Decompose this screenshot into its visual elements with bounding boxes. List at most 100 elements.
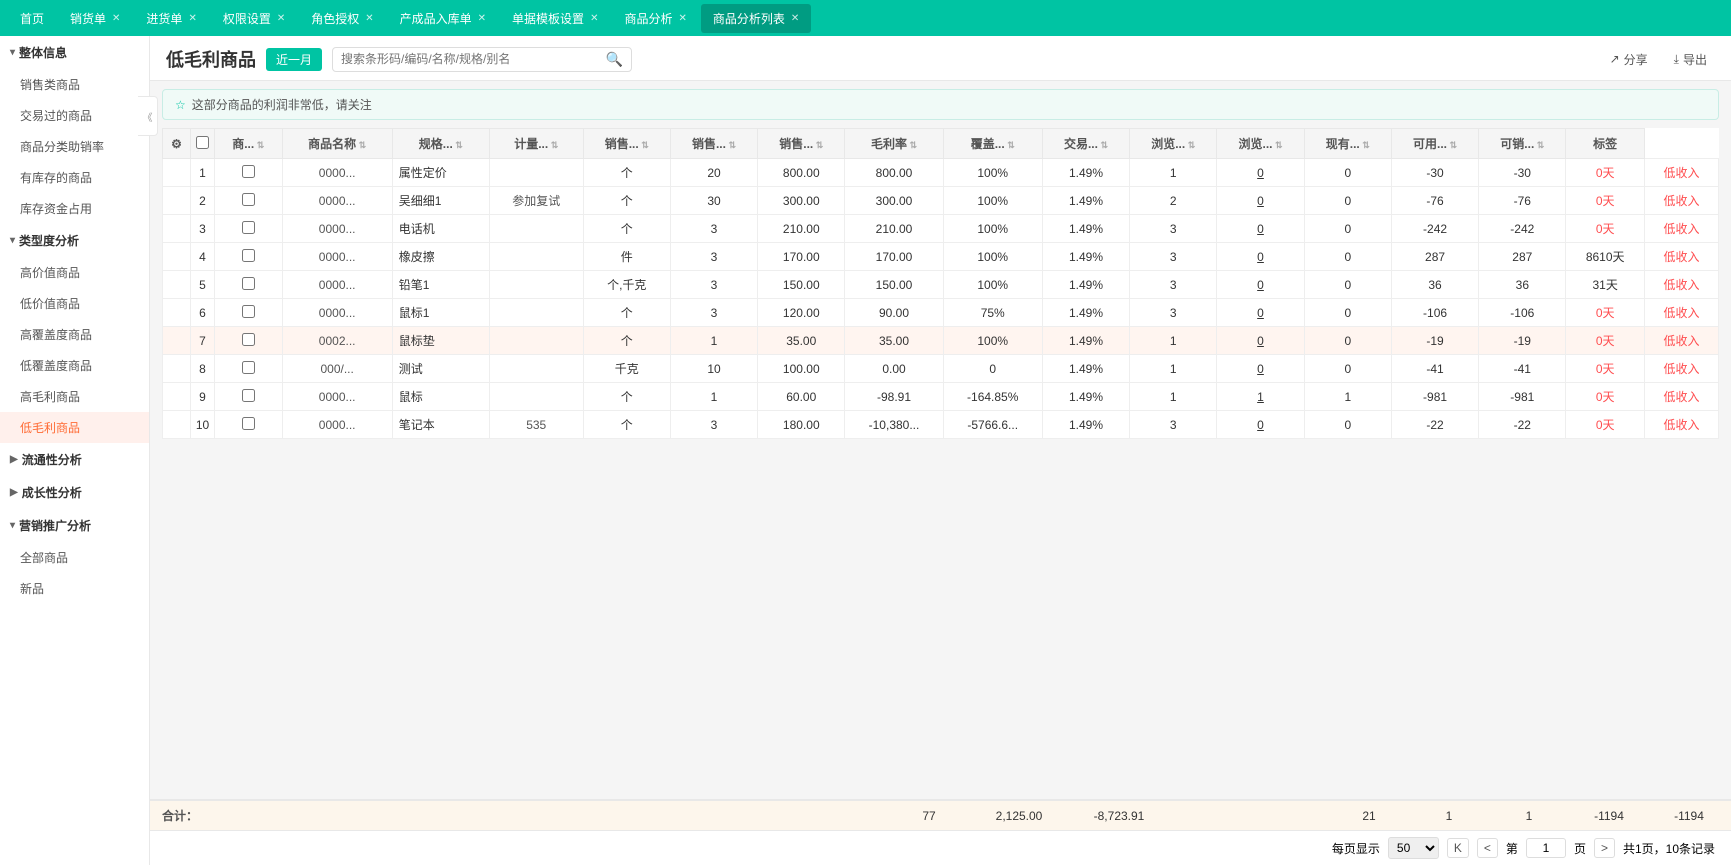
- col-sale-amount-header[interactable]: 销售...: [758, 129, 845, 159]
- nav-purchase-close[interactable]: ✕: [188, 13, 196, 24]
- nav-product-entry[interactable]: 产成品入库单 ✕: [388, 4, 498, 33]
- row-cb-2[interactable]: [242, 221, 255, 234]
- nav-permissions-close[interactable]: ✕: [277, 13, 285, 24]
- nav-purchase[interactable]: 进货单 ✕: [134, 4, 208, 33]
- sidebar-item-new-goods[interactable]: 新品: [0, 573, 149, 604]
- row-checkbox-2[interactable]: [215, 215, 283, 243]
- sidebar-group-overall[interactable]: ▾ 整体信息: [0, 36, 149, 69]
- row-name-8[interactable]: 鼠标: [392, 383, 489, 411]
- nav-home[interactable]: 首页: [8, 4, 56, 33]
- nav-product-analysis-close[interactable]: ✕: [678, 13, 686, 24]
- row-view1-5[interactable]: 0: [1217, 299, 1304, 327]
- row-name-1[interactable]: 吴细细1: [392, 187, 489, 215]
- sidebar-item-category-rate[interactable]: 商品分类助销率: [0, 131, 149, 162]
- export-button[interactable]: ⤓ 导出: [1666, 47, 1715, 72]
- col-name-header[interactable]: 商品名称: [282, 129, 392, 159]
- sidebar-item-traded-goods[interactable]: 交易过的商品: [0, 100, 149, 131]
- row-view1-8[interactable]: 1: [1217, 383, 1304, 411]
- row-view1-4[interactable]: 0: [1217, 271, 1304, 299]
- col-code-header[interactable]: 商...: [215, 129, 283, 159]
- col-checkbox-header[interactable]: [191, 129, 215, 159]
- sidebar-collapse-button[interactable]: 《: [138, 96, 158, 136]
- prev-page-button[interactable]: <: [1477, 838, 1498, 858]
- col-spec-header[interactable]: 规格...: [392, 129, 489, 159]
- col-current-header[interactable]: 现有...: [1304, 129, 1391, 159]
- col-sale-price-header[interactable]: 销售...: [670, 129, 757, 159]
- search-input[interactable]: [341, 52, 600, 66]
- select-all-checkbox[interactable]: [196, 136, 209, 149]
- sidebar-item-high-margin[interactable]: 高毛利商品: [0, 381, 149, 412]
- row-cb-9[interactable]: [242, 417, 255, 430]
- row-name-4[interactable]: 铅笔1: [392, 271, 489, 299]
- nav-roles-close[interactable]: ✕: [365, 13, 373, 24]
- nav-product-analysis-list[interactable]: 商品分析列表 ✕: [701, 4, 811, 33]
- row-cb-0[interactable]: [242, 165, 255, 178]
- nav-sales-close[interactable]: ✕: [112, 13, 120, 24]
- col-settings-header[interactable]: ⚙: [163, 129, 191, 159]
- row-name-6[interactable]: 鼠标垫: [392, 327, 489, 355]
- page-number-input[interactable]: [1526, 838, 1566, 858]
- sidebar-group-circulation[interactable]: ▶ 流通性分析: [0, 443, 149, 476]
- nav-product-analysis-list-close[interactable]: ✕: [791, 13, 799, 24]
- sidebar-item-low-margin[interactable]: 低毛利商品: [0, 412, 149, 443]
- col-view2-header[interactable]: 浏览...: [1217, 129, 1304, 159]
- row-cb-5[interactable]: [242, 305, 255, 318]
- sidebar-group-type[interactable]: ▾ 类型度分析: [0, 224, 149, 257]
- per-page-select[interactable]: 50 10 20 100: [1388, 837, 1439, 859]
- sidebar-item-high-coverage[interactable]: 高覆盖度商品: [0, 319, 149, 350]
- col-coverage-header[interactable]: 覆盖...: [943, 129, 1042, 159]
- row-name-3[interactable]: 橡皮擦: [392, 243, 489, 271]
- nav-roles[interactable]: 角色授权 ✕: [299, 4, 385, 33]
- nav-product-entry-close[interactable]: ✕: [478, 13, 486, 24]
- sidebar-item-inventory-goods[interactable]: 有库存的商品: [0, 162, 149, 193]
- search-icon[interactable]: 🔍: [606, 51, 623, 68]
- row-cb-3[interactable]: [242, 249, 255, 262]
- row-checkbox-0[interactable]: [215, 159, 283, 187]
- first-page-button[interactable]: K: [1447, 838, 1469, 858]
- row-name-7[interactable]: 测试: [392, 355, 489, 383]
- row-view1-0[interactable]: 0: [1217, 159, 1304, 187]
- row-checkbox-6[interactable]: [215, 327, 283, 355]
- nav-product-analysis[interactable]: 商品分析 ✕: [612, 4, 698, 33]
- next-page-button[interactable]: >: [1594, 838, 1615, 858]
- sidebar-item-low-coverage[interactable]: 低覆盖度商品: [0, 350, 149, 381]
- nav-sales[interactable]: 销货单 ✕: [58, 4, 132, 33]
- sidebar-group-growth[interactable]: ▶ 成长性分析: [0, 476, 149, 509]
- sidebar-item-sales-goods[interactable]: 销售类商品: [0, 69, 149, 100]
- nav-template[interactable]: 单据模板设置 ✕: [500, 4, 610, 33]
- row-cb-8[interactable]: [242, 389, 255, 402]
- col-available-header[interactable]: 可用...: [1391, 129, 1478, 159]
- row-cb-1[interactable]: [242, 193, 255, 206]
- nav-template-close[interactable]: ✕: [590, 13, 598, 24]
- row-checkbox-7[interactable]: [215, 355, 283, 383]
- row-view1-9[interactable]: 0: [1217, 411, 1304, 439]
- row-view1-6[interactable]: 0: [1217, 327, 1304, 355]
- row-view1-7[interactable]: 0: [1217, 355, 1304, 383]
- sidebar-item-low-value[interactable]: 低价值商品: [0, 288, 149, 319]
- col-unit-header[interactable]: 计量...: [489, 129, 583, 159]
- row-checkbox-5[interactable]: [215, 299, 283, 327]
- row-view1-2[interactable]: 0: [1217, 215, 1304, 243]
- sidebar-item-inventory-capital[interactable]: 库存资金占用: [0, 193, 149, 224]
- col-saleable-header[interactable]: 可销...: [1479, 129, 1566, 159]
- col-sale-qty-header[interactable]: 销售...: [583, 129, 670, 159]
- row-checkbox-9[interactable]: [215, 411, 283, 439]
- row-cb-7[interactable]: [242, 361, 255, 374]
- row-name-5[interactable]: 鼠标1: [392, 299, 489, 327]
- sidebar-item-all-goods[interactable]: 全部商品: [0, 542, 149, 573]
- col-gross-margin-header[interactable]: 毛利率: [845, 129, 943, 159]
- row-cb-6[interactable]: [242, 333, 255, 346]
- row-name-0[interactable]: 属性定价: [392, 159, 489, 187]
- sidebar-item-high-value[interactable]: 高价值商品: [0, 257, 149, 288]
- row-cb-4[interactable]: [242, 277, 255, 290]
- row-name-9[interactable]: 笔记本: [392, 411, 489, 439]
- row-view1-3[interactable]: 0: [1217, 243, 1304, 271]
- row-checkbox-8[interactable]: [215, 383, 283, 411]
- row-checkbox-4[interactable]: [215, 271, 283, 299]
- row-checkbox-3[interactable]: [215, 243, 283, 271]
- sidebar-group-marketing[interactable]: ▾ 营销推广分析: [0, 509, 149, 542]
- row-view1-1[interactable]: 0: [1217, 187, 1304, 215]
- share-button[interactable]: ↗ 分享: [1602, 47, 1656, 72]
- nav-permissions[interactable]: 权限设置 ✕: [211, 4, 297, 33]
- col-view1-header[interactable]: 浏览...: [1130, 129, 1217, 159]
